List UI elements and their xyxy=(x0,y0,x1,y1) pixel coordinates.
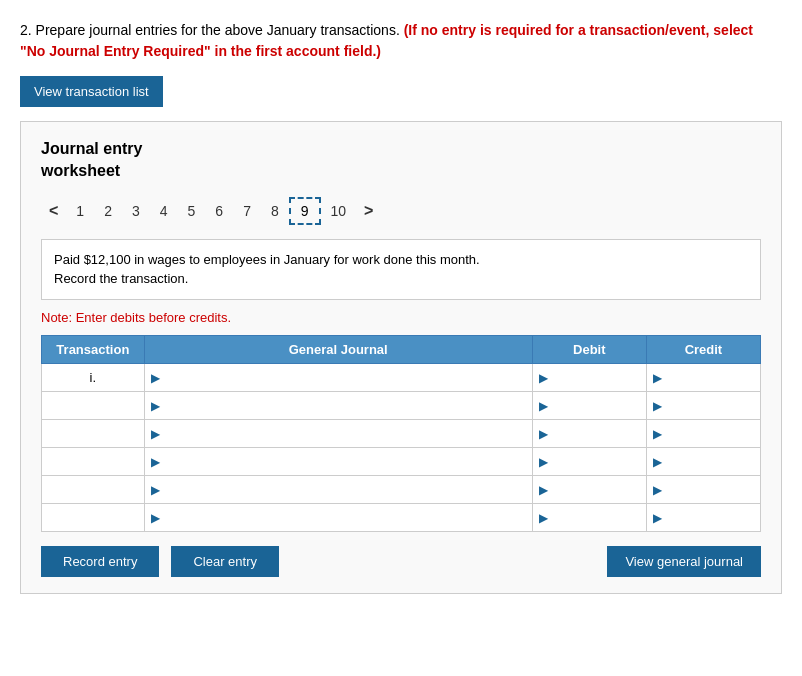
transaction-cell-3 xyxy=(42,419,145,447)
journal-table: Transaction General Journal Debit Credit… xyxy=(41,335,761,532)
clear-entry-button[interactable]: Clear entry xyxy=(171,546,279,577)
credit-indicator-1: ▶ xyxy=(653,371,662,385)
pagination-item-7[interactable]: 7 xyxy=(233,199,261,223)
pagination-item-9[interactable]: 9 xyxy=(289,197,321,225)
row-indicator-2: ▶ xyxy=(151,399,160,413)
question-number: 2. xyxy=(20,22,32,38)
pagination-item-2[interactable]: 2 xyxy=(94,199,122,223)
credit-cell-6[interactable]: ▶ xyxy=(646,503,760,531)
debit-indicator-2: ▶ xyxy=(539,399,548,413)
credit-indicator-5: ▶ xyxy=(653,483,662,497)
pagination: < 1 2 3 4 5 6 7 8 9 10 > xyxy=(41,197,761,225)
debit-cell-4[interactable]: ▶ xyxy=(532,447,646,475)
debit-cell-2[interactable]: ▶ xyxy=(532,391,646,419)
debit-indicator-1: ▶ xyxy=(539,371,548,385)
table-row: ▶ ▶ ▶ xyxy=(42,419,761,447)
credit-indicator-4: ▶ xyxy=(653,455,662,469)
credit-cell-5[interactable]: ▶ xyxy=(646,475,760,503)
col-header-credit: Credit xyxy=(646,335,760,363)
credit-cell-3[interactable]: ▶ xyxy=(646,419,760,447)
col-header-general-journal: General Journal xyxy=(144,335,532,363)
general-journal-cell-1[interactable]: ▶ xyxy=(144,363,532,391)
general-journal-cell-6[interactable]: ▶ xyxy=(144,503,532,531)
debit-indicator-4: ▶ xyxy=(539,455,548,469)
view-transaction-button[interactable]: View transaction list xyxy=(20,76,163,107)
general-journal-cell-3[interactable]: ▶ xyxy=(144,419,532,447)
pagination-item-6[interactable]: 6 xyxy=(205,199,233,223)
credit-indicator-3: ▶ xyxy=(653,427,662,441)
transaction-cell-2 xyxy=(42,391,145,419)
description-line2: Record the transaction. xyxy=(54,271,188,286)
transaction-cell-6 xyxy=(42,503,145,531)
credit-cell-4[interactable]: ▶ xyxy=(646,447,760,475)
description-line1: Paid $12,100 in wages to employees in Ja… xyxy=(54,252,480,267)
debit-indicator-5: ▶ xyxy=(539,483,548,497)
record-entry-button[interactable]: Record entry xyxy=(41,546,159,577)
pagination-prev[interactable]: < xyxy=(41,198,66,224)
credit-indicator-6: ▶ xyxy=(653,511,662,525)
col-header-debit: Debit xyxy=(532,335,646,363)
row-indicator-1: ▶ xyxy=(151,371,160,385)
pagination-item-8[interactable]: 8 xyxy=(261,199,289,223)
note-text: Note: Enter debits before credits. xyxy=(41,310,761,325)
table-row: ▶ ▶ ▶ xyxy=(42,391,761,419)
row-indicator-4: ▶ xyxy=(151,455,160,469)
pagination-item-10[interactable]: 10 xyxy=(321,199,357,223)
row-indicator-3: ▶ xyxy=(151,427,160,441)
general-journal-cell-4[interactable]: ▶ xyxy=(144,447,532,475)
credit-indicator-2: ▶ xyxy=(653,399,662,413)
debit-indicator-3: ▶ xyxy=(539,427,548,441)
pagination-next[interactable]: > xyxy=(356,198,381,224)
debit-cell-6[interactable]: ▶ xyxy=(532,503,646,531)
col-header-transaction: Transaction xyxy=(42,335,145,363)
credit-cell-1[interactable]: ▶ xyxy=(646,363,760,391)
transaction-cell-5 xyxy=(42,475,145,503)
debit-cell-3[interactable]: ▶ xyxy=(532,419,646,447)
transaction-description: Paid $12,100 in wages to employees in Ja… xyxy=(41,239,761,300)
table-row: ▶ ▶ ▶ xyxy=(42,503,761,531)
debit-indicator-6: ▶ xyxy=(539,511,548,525)
worksheet-container: Journal entry worksheet < 1 2 3 4 5 6 7 … xyxy=(20,121,782,594)
pagination-item-1[interactable]: 1 xyxy=(66,199,94,223)
transaction-cell-4 xyxy=(42,447,145,475)
transaction-cell-1: i. xyxy=(42,363,145,391)
table-row: ▶ ▶ ▶ xyxy=(42,475,761,503)
table-row: i. ▶ ▶ ▶ xyxy=(42,363,761,391)
question-header: 2. Prepare journal entries for the above… xyxy=(20,20,782,62)
pagination-item-4[interactable]: 4 xyxy=(150,199,178,223)
question-text: Prepare journal entries for the above Ja… xyxy=(36,22,400,38)
worksheet-title: Journal entry worksheet xyxy=(41,138,761,183)
general-journal-cell-2[interactable]: ▶ xyxy=(144,391,532,419)
debit-cell-5[interactable]: ▶ xyxy=(532,475,646,503)
row-indicator-5: ▶ xyxy=(151,483,160,497)
debit-cell-1[interactable]: ▶ xyxy=(532,363,646,391)
credit-cell-2[interactable]: ▶ xyxy=(646,391,760,419)
buttons-row: Record entry Clear entry View general jo… xyxy=(41,546,761,577)
row-indicator-6: ▶ xyxy=(151,511,160,525)
general-journal-cell-5[interactable]: ▶ xyxy=(144,475,532,503)
view-general-journal-button[interactable]: View general journal xyxy=(607,546,761,577)
table-row: ▶ ▶ ▶ xyxy=(42,447,761,475)
pagination-item-3[interactable]: 3 xyxy=(122,199,150,223)
pagination-item-5[interactable]: 5 xyxy=(178,199,206,223)
